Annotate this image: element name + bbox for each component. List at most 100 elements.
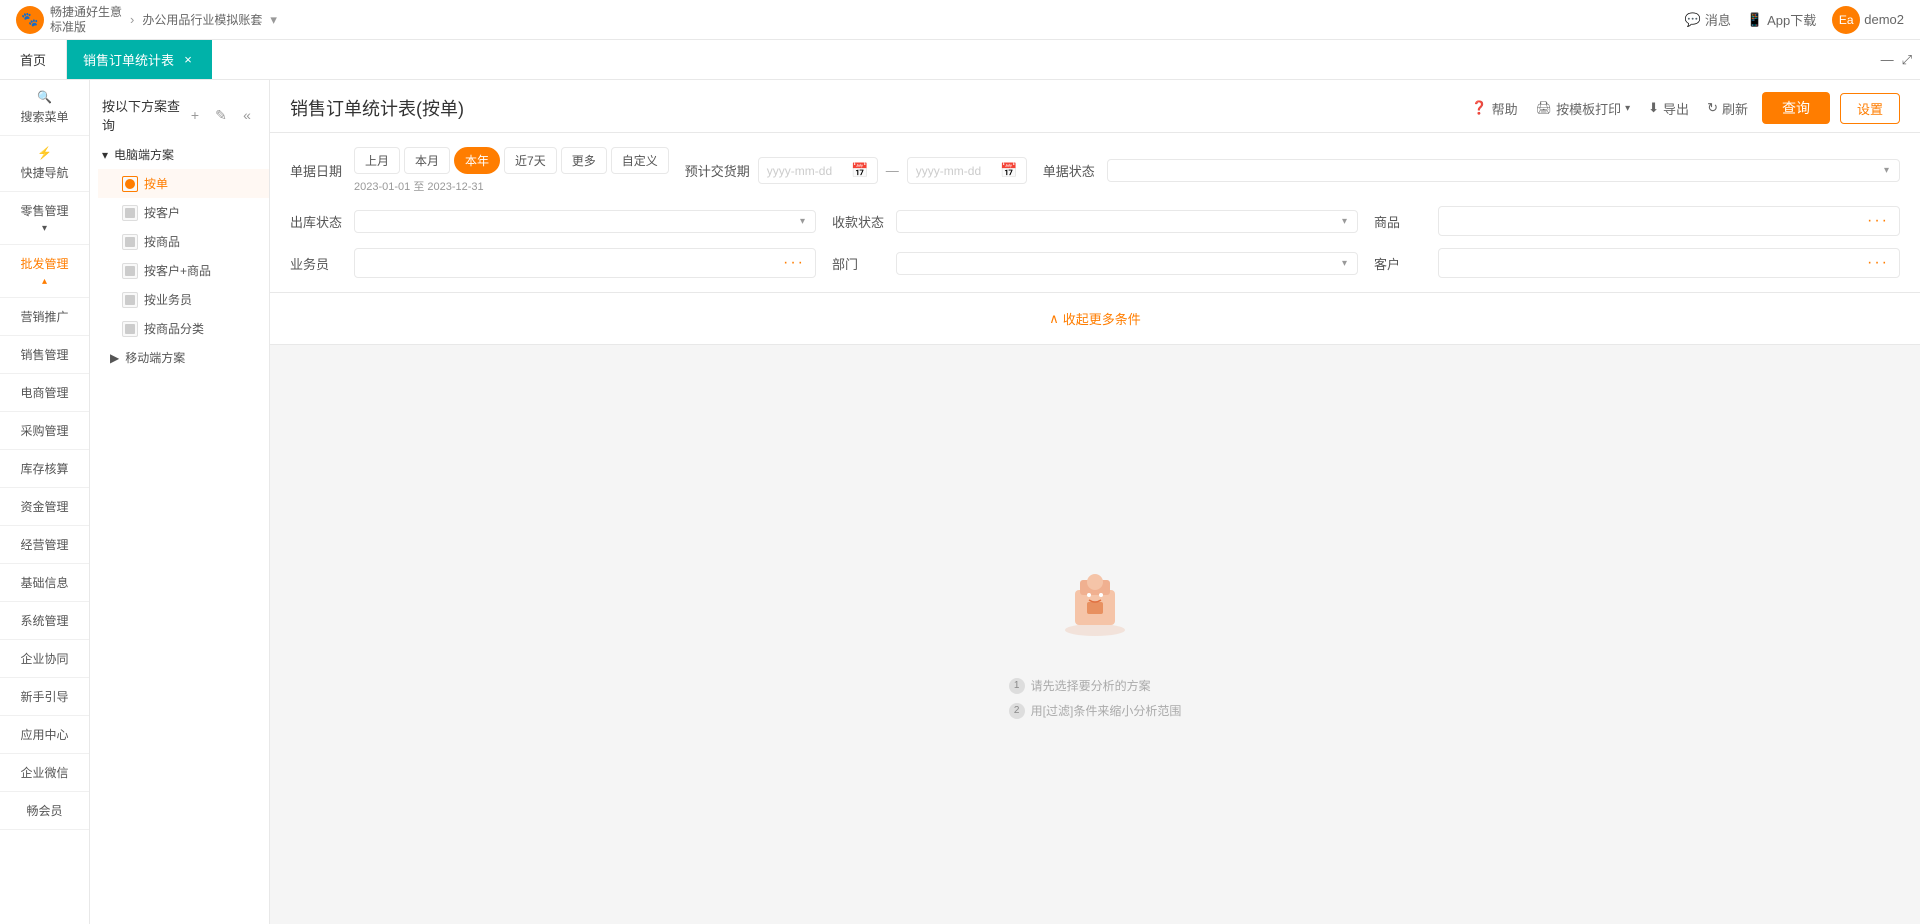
sidebar-item-enterprise[interactable]: 企业协同: [0, 640, 89, 678]
filter-row-3: 业务员 ··· 部门 ▾ 客户: [290, 248, 1900, 278]
receipt-status-select[interactable]: ▾: [896, 210, 1358, 233]
expected-date-start[interactable]: yyyy-mm-dd 📅: [758, 157, 878, 184]
scheme-list: 按单 按客户 按商品: [90, 169, 269, 343]
refresh-icon: ↻: [1707, 100, 1718, 116]
status-filter-group: 单据状态 ▾: [1043, 159, 1900, 182]
message-icon: 💬: [1685, 12, 1701, 28]
hint-num-1: 1: [1009, 678, 1025, 694]
last7-btn[interactable]: 近7天: [504, 147, 557, 174]
salesperson-select[interactable]: ···: [354, 248, 816, 278]
expected-date-group: 预计交货期 yyyy-mm-dd 📅 — yyyy-mm-dd 📅: [685, 157, 1027, 184]
collapse-panel-button[interactable]: «: [237, 105, 257, 125]
sidebar-item-wholesale[interactable]: 批发管理 ▴: [0, 245, 89, 298]
settings-button[interactable]: 设置: [1840, 93, 1900, 124]
out-status-select[interactable]: ▾: [354, 210, 816, 233]
logo-text: 畅捷通好生意 标准版: [50, 5, 122, 34]
sidebar-search[interactable]: 🔍 搜索菜单: [0, 80, 89, 136]
minimize-icon[interactable]: —: [1881, 52, 1894, 67]
user-menu[interactable]: Ea demo2: [1832, 6, 1904, 34]
page-title: 销售订单统计表(按单): [290, 95, 464, 121]
date-range-display: 2023-01-01 至 2023-12-31: [354, 178, 669, 194]
sidebar-item-sales[interactable]: 销售管理: [0, 336, 89, 374]
sidebar-item-retail[interactable]: 零售管理 ▾: [0, 192, 89, 245]
date-separator: —: [886, 163, 899, 178]
mobile-group-label[interactable]: ▶ 移动端方案: [90, 343, 269, 372]
this-year-btn[interactable]: 本年: [454, 147, 500, 174]
left-panel-header-actions: + ✎ «: [185, 105, 257, 125]
message-button[interactable]: 💬 消息: [1685, 10, 1731, 29]
top-bar-right: 💬 消息 📱 App下载 Ea demo2: [1685, 6, 1904, 34]
collapse-button[interactable]: ∧ 收起更多条件: [1049, 309, 1141, 328]
calendar-icon-end: 📅: [1000, 162, 1017, 179]
scheme-by-product-category[interactable]: 按商品分类: [98, 314, 269, 343]
customer-group: 客户 ···: [1374, 248, 1900, 278]
scheme-by-customer[interactable]: 按客户: [98, 198, 269, 227]
customer-select[interactable]: ···: [1438, 248, 1900, 278]
pc-group-arrow: ▾: [102, 148, 108, 162]
sidebar-item-inventory[interactable]: 库存核算: [0, 450, 89, 488]
breadcrumb-arrow: ›: [130, 12, 134, 27]
sidebar-item-finance[interactable]: 资金管理: [0, 488, 89, 526]
product-select[interactable]: ···: [1438, 206, 1900, 236]
salesperson-more-dots[interactable]: ···: [783, 254, 805, 272]
mobile-group-arrow: ▶: [110, 351, 119, 365]
page-actions: ❓ 帮助 🖨 按模板打印 ▾ ⬇ 导出 ↻ 刷新: [1467, 92, 1900, 124]
expected-date-end[interactable]: yyyy-mm-dd 📅: [907, 157, 1027, 184]
sidebar-item-operations[interactable]: 经营管理: [0, 526, 89, 564]
custom-btn[interactable]: 自定义: [611, 147, 669, 174]
top-bar: 🐾 畅捷通好生意 标准版 › 办公用品行业模拟账套 ▾ 💬 消息 📱 App下载…: [0, 0, 1920, 40]
scheme-icon-product-category: [122, 321, 138, 337]
sidebar-item-ecommerce[interactable]: 电商管理: [0, 374, 89, 412]
avatar: Ea: [1832, 6, 1860, 34]
this-month-btn[interactable]: 本月: [404, 147, 450, 174]
sidebar-item-newuser[interactable]: 新手引导: [0, 678, 89, 716]
app-download-button[interactable]: 📱 App下载: [1747, 10, 1816, 29]
export-icon: ⬇: [1648, 100, 1659, 116]
scheme-icon-order: [122, 176, 138, 192]
dept-arrow: ▾: [1342, 258, 1347, 269]
sidebar-item-system[interactable]: 系统管理: [0, 602, 89, 640]
export-button[interactable]: ⬇ 导出: [1644, 99, 1693, 118]
refresh-button[interactable]: ↻ 刷新: [1703, 99, 1752, 118]
print-button[interactable]: 🖨 按模板打印 ▾: [1532, 99, 1635, 118]
more-btn[interactable]: 更多: [561, 147, 607, 174]
sidebar-item-marketing[interactable]: 营销推广: [0, 298, 89, 336]
empty-state: 1 请先选择要分析的方案 2 用[过滤]条件来缩小分析范围: [270, 345, 1920, 924]
product-label: 商品: [1374, 212, 1430, 231]
edit-scheme-button[interactable]: ✎: [211, 105, 231, 125]
help-button[interactable]: ❓ 帮助: [1467, 99, 1521, 118]
page-header: 销售订单统计表(按单) ❓ 帮助 🖨 按模板打印 ▾ ⬇ 导出: [270, 80, 1920, 133]
tab-bar: 首页 销售订单统计表 × — ⤢: [0, 40, 1920, 80]
product-more-dots[interactable]: ···: [1867, 212, 1889, 230]
sidebar-item-basic-info[interactable]: 基础信息: [0, 564, 89, 602]
sidebar-item-wechat[interactable]: 企业微信: [0, 754, 89, 792]
scheme-by-salesperson[interactable]: 按业务员: [98, 285, 269, 314]
query-button[interactable]: 查询: [1762, 92, 1830, 124]
dept-select[interactable]: ▾: [896, 252, 1358, 275]
tab-home[interactable]: 首页: [0, 40, 67, 79]
dept-label: 部门: [832, 254, 888, 273]
product-group: 商品 ···: [1374, 206, 1900, 236]
customer-more-dots[interactable]: ···: [1867, 254, 1889, 272]
last-month-btn[interactable]: 上月: [354, 147, 400, 174]
pc-group-label[interactable]: ▾ 电脑端方案: [90, 140, 269, 169]
status-select[interactable]: ▾: [1107, 159, 1900, 182]
help-icon: ❓: [1471, 100, 1487, 116]
maximize-icon[interactable]: ⤢: [1902, 52, 1912, 68]
main-content: 销售订单统计表(按单) ❓ 帮助 🖨 按模板打印 ▾ ⬇ 导出: [270, 80, 1920, 924]
scheme-by-product[interactable]: 按商品: [98, 227, 269, 256]
scheme-by-order[interactable]: 按单: [98, 169, 269, 198]
sidebar-quick-nav[interactable]: ⚡ 快捷导航: [0, 136, 89, 192]
sidebar-item-purchase[interactable]: 采购管理: [0, 412, 89, 450]
scheme-by-customer-product[interactable]: 按客户+商品: [98, 256, 269, 285]
sidebar-item-apps[interactable]: 应用中心: [0, 716, 89, 754]
tab-close-button[interactable]: ×: [180, 52, 196, 68]
nav-icon: ⚡: [37, 146, 52, 160]
add-scheme-button[interactable]: +: [185, 105, 205, 125]
breadcrumb-dropdown-icon[interactable]: ▾: [270, 12, 277, 28]
salesperson-group: 业务员 ···: [290, 248, 816, 278]
sidebar-item-member[interactable]: 畅会员: [0, 792, 89, 830]
tab-active[interactable]: 销售订单统计表 ×: [67, 40, 212, 79]
expand-icon: ▾: [42, 223, 47, 234]
collapse-up-icon: ∧: [1049, 311, 1059, 327]
